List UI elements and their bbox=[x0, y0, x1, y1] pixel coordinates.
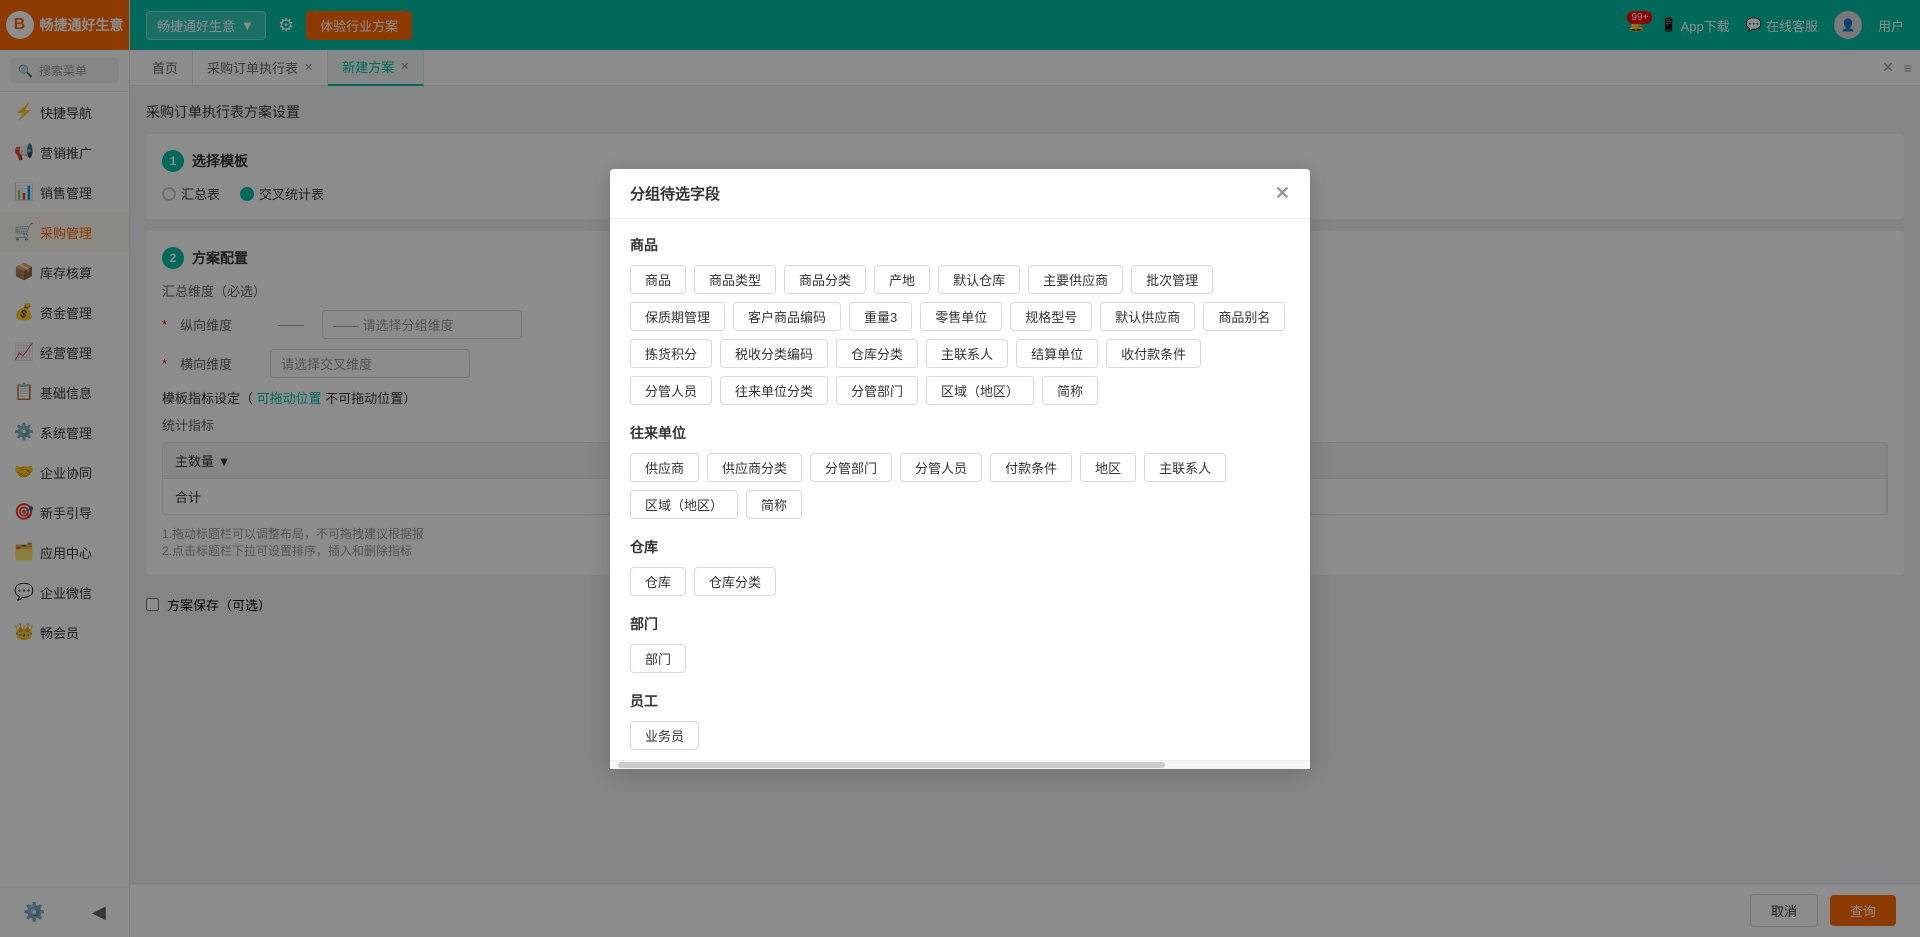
field-tag[interactable]: 主要供应商 bbox=[1028, 265, 1123, 294]
field-group-department-title: 部门 bbox=[630, 614, 1290, 634]
field-tag[interactable]: 主联系人 bbox=[1144, 453, 1226, 482]
field-tag[interactable]: 商品分类 bbox=[784, 265, 866, 294]
field-tag[interactable]: 仓库 bbox=[630, 567, 686, 596]
modal-horizontal-scrollbar[interactable] bbox=[610, 760, 1310, 768]
field-group-employee-title: 员工 bbox=[630, 691, 1290, 711]
field-tag[interactable]: 拣货积分 bbox=[630, 339, 712, 368]
field-tag[interactable]: 结算单位 bbox=[1016, 339, 1098, 368]
field-tag[interactable]: 业务员 bbox=[630, 721, 699, 750]
field-tags-department: 部门 bbox=[630, 644, 1290, 673]
field-tag[interactable]: 批次管理 bbox=[1131, 265, 1213, 294]
hscroll-thumb bbox=[618, 762, 1165, 768]
field-tag[interactable]: 规格型号 bbox=[1010, 302, 1092, 331]
field-tag[interactable]: 简称 bbox=[1042, 376, 1098, 405]
modal-body[interactable]: 商品 商品 商品类型 商品分类 产地 默认仓库 主要供应商 批次管理 保质期管理… bbox=[610, 219, 1310, 761]
field-group-warehouse-title: 仓库 bbox=[630, 537, 1290, 557]
field-tag[interactable]: 零售单位 bbox=[920, 302, 1002, 331]
modal-title: 分组待选字段 bbox=[630, 183, 720, 204]
field-tag[interactable]: 产地 bbox=[874, 265, 930, 294]
field-tag[interactable]: 商品类型 bbox=[694, 265, 776, 294]
field-tag[interactable]: 保质期管理 bbox=[630, 302, 725, 331]
field-group-partner-title: 往来单位 bbox=[630, 423, 1290, 443]
field-group-goods-title: 商品 bbox=[630, 235, 1290, 255]
field-group-department: 部门 部门 bbox=[630, 614, 1290, 673]
field-tag[interactable]: 默认供应商 bbox=[1100, 302, 1195, 331]
field-tag[interactable]: 商品 bbox=[630, 265, 686, 294]
field-tag[interactable]: 主联系人 bbox=[926, 339, 1008, 368]
field-tag[interactable]: 分管人员 bbox=[900, 453, 982, 482]
field-tag[interactable]: 区域（地区） bbox=[630, 490, 738, 519]
field-group-partner: 往来单位 供应商 供应商分类 分管部门 分管人员 付款条件 地区 主联系人 区域… bbox=[630, 423, 1290, 519]
field-select-modal: 分组待选字段 ✕ 商品 商品 商品类型 商品分类 产地 默认仓库 主要供应商 批… bbox=[610, 169, 1310, 769]
field-tag[interactable]: 客户商品编码 bbox=[733, 302, 841, 331]
field-tag[interactable]: 区域（地区） bbox=[926, 376, 1034, 405]
field-tags-warehouse: 仓库 仓库分类 bbox=[630, 567, 1290, 596]
field-tag[interactable]: 供应商分类 bbox=[707, 453, 802, 482]
field-tag[interactable]: 分管部门 bbox=[836, 376, 918, 405]
field-tag[interactable]: 仓库分类 bbox=[836, 339, 918, 368]
modal-header: 分组待选字段 ✕ bbox=[610, 169, 1310, 219]
field-tags-employee: 业务员 bbox=[630, 721, 1290, 750]
field-tag[interactable]: 税收分类编码 bbox=[720, 339, 828, 368]
field-tag[interactable]: 供应商 bbox=[630, 453, 699, 482]
field-tag[interactable]: 付款条件 bbox=[990, 453, 1072, 482]
field-tag[interactable]: 收付款条件 bbox=[1106, 339, 1201, 368]
field-tag[interactable]: 简称 bbox=[746, 490, 802, 519]
field-tag[interactable]: 部门 bbox=[630, 644, 686, 673]
field-tag[interactable]: 地区 bbox=[1080, 453, 1136, 482]
field-tag[interactable]: 分管人员 bbox=[630, 376, 712, 405]
modal-close-button[interactable]: ✕ bbox=[1275, 183, 1290, 204]
field-tag[interactable]: 重量3 bbox=[849, 302, 912, 331]
field-tag[interactable]: 商品别名 bbox=[1203, 302, 1285, 331]
field-tag[interactable]: 仓库分类 bbox=[694, 567, 776, 596]
field-group-warehouse: 仓库 仓库 仓库分类 bbox=[630, 537, 1290, 596]
modal-overlay: 分组待选字段 ✕ 商品 商品 商品类型 商品分类 产地 默认仓库 主要供应商 批… bbox=[0, 0, 1920, 937]
field-tags-goods: 商品 商品类型 商品分类 产地 默认仓库 主要供应商 批次管理 保质期管理 客户… bbox=[630, 265, 1290, 405]
field-tag[interactable]: 默认仓库 bbox=[938, 265, 1020, 294]
field-tag[interactable]: 分管部门 bbox=[810, 453, 892, 482]
field-tag[interactable]: 往来单位分类 bbox=[720, 376, 828, 405]
field-group-employee: 员工 业务员 bbox=[630, 691, 1290, 750]
field-group-goods: 商品 商品 商品类型 商品分类 产地 默认仓库 主要供应商 批次管理 保质期管理… bbox=[630, 235, 1290, 405]
field-tags-partner: 供应商 供应商分类 分管部门 分管人员 付款条件 地区 主联系人 区域（地区） … bbox=[630, 453, 1290, 519]
